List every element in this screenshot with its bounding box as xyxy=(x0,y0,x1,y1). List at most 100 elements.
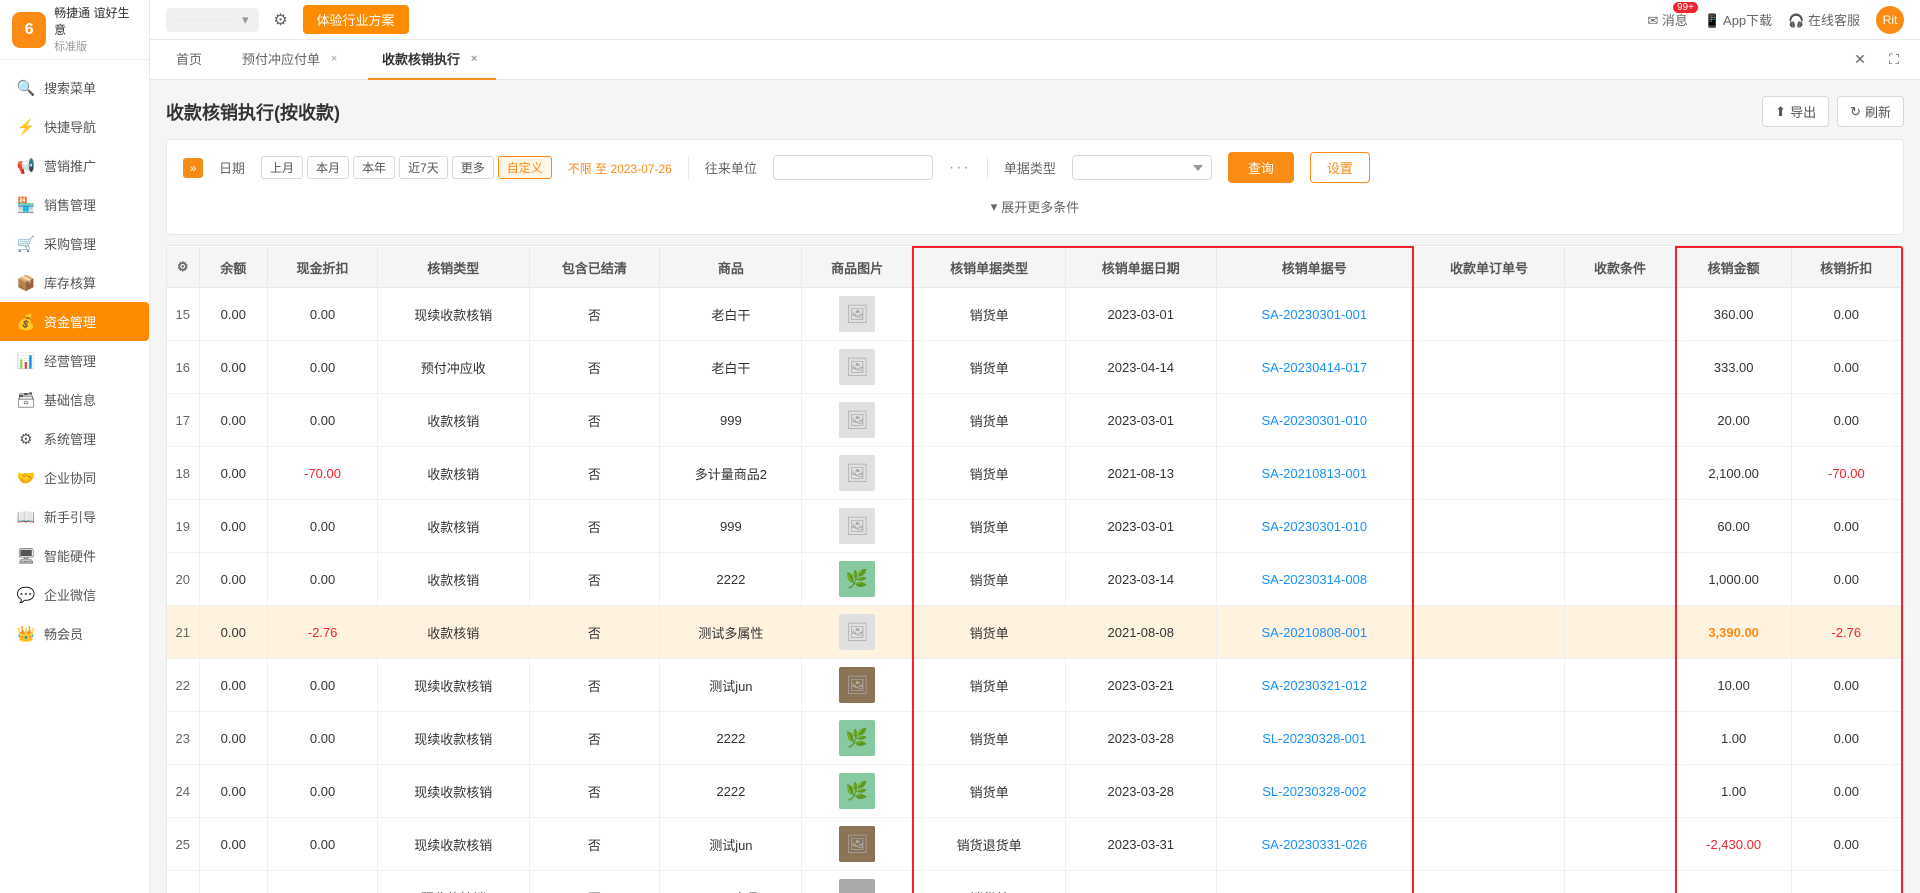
td-settings[interactable]: 18 xyxy=(167,447,199,500)
td-receipt-order-no xyxy=(1413,288,1565,341)
td-verify-discount: 0.00 xyxy=(1791,341,1902,394)
partner-more-icon[interactable]: ··· xyxy=(949,159,971,177)
date-custom[interactable]: 自定义 xyxy=(498,156,552,179)
td-settings[interactable]: 22 xyxy=(167,659,199,712)
sidebar-item-newbie[interactable]: 📖 新手引导 xyxy=(0,497,149,536)
maximize-btn[interactable]: ⛶ xyxy=(1880,46,1908,74)
td-verify-doc-type: 销货单 xyxy=(913,553,1065,606)
sidebar-item-finance[interactable]: 💰 资金管理 xyxy=(0,302,149,341)
sidebar-item-marketing[interactable]: 📢 营销推广 xyxy=(0,146,149,185)
dropdown-arrow-icon: ▾ xyxy=(242,12,249,28)
td-receipt-order-no xyxy=(1413,447,1565,500)
td-settings[interactable]: 15 xyxy=(167,288,199,341)
sidebar-item-hardware[interactable]: 🖥 智能硬件 xyxy=(0,536,149,575)
industry-btn[interactable]: 体验行业方案 xyxy=(303,5,409,34)
sidebar-item-sales[interactable]: 🏪 销售管理 xyxy=(0,185,149,224)
filter-settings-btn[interactable]: 设置 xyxy=(1310,152,1370,183)
verify-doc-link[interactable]: SA-20230314-008 xyxy=(1262,572,1368,587)
sidebar-item-basic[interactable]: 🗃 基础信息 xyxy=(0,380,149,419)
online-service-btn[interactable]: 🎧 在线客服 xyxy=(1788,10,1860,29)
verify-doc-link[interactable]: SL-20230328-001 xyxy=(1262,731,1366,746)
date-this-year[interactable]: 本年 xyxy=(353,156,395,179)
sidebar-label-operation: 经营管理 xyxy=(44,351,96,370)
message-label: 消息 xyxy=(1662,13,1688,28)
td-verify-doc-no: SA-20210813-001 xyxy=(1216,447,1412,500)
expand-conditions-btn[interactable]: ▾ 展开更多条件 xyxy=(991,191,1080,222)
verify-doc-link[interactable]: SA-20210813-001 xyxy=(1262,466,1368,481)
verify-doc-link[interactable]: SA-20230331-026 xyxy=(1262,837,1368,852)
td-cash-discount: 0.00 xyxy=(268,712,378,765)
query-btn[interactable]: 查询 xyxy=(1228,152,1294,183)
tab-verify-close[interactable]: × xyxy=(466,51,482,67)
sidebar-label-purchase: 采购管理 xyxy=(44,234,96,253)
td-settings[interactable]: 23 xyxy=(167,712,199,765)
verify-doc-link[interactable]: SA-20230301-001 xyxy=(1262,307,1368,322)
tab-verify[interactable]: 收款核销执行 × xyxy=(368,40,496,80)
verify-doc-link[interactable]: SA-20210808-001 xyxy=(1262,625,1368,640)
sidebar-label-corp: 企业协同 xyxy=(44,468,96,487)
td-settings[interactable]: 24 xyxy=(167,765,199,818)
doc-type-select[interactable] xyxy=(1072,155,1212,180)
message-btn[interactable]: ✉ 消息 99+ xyxy=(1647,10,1688,29)
settings-gear-btn[interactable]: ⚙ xyxy=(267,6,295,34)
collapse-arrow[interactable]: » xyxy=(183,158,203,178)
sidebar-item-system[interactable]: ⚙ 系统管理 xyxy=(0,419,149,458)
date-this-month[interactable]: 本月 xyxy=(307,156,349,179)
doc-type-label: 单据类型 xyxy=(1004,158,1056,177)
refresh-btn[interactable]: ↻ 刷新 xyxy=(1837,96,1904,127)
date-more[interactable]: 更多 xyxy=(452,156,494,179)
td-verify-doc-date: 2023-04-14 xyxy=(1065,341,1216,394)
sidebar-item-search[interactable]: 🔍 搜索菜单 xyxy=(0,68,149,107)
td-balance: 0.00 xyxy=(199,712,268,765)
tab-prepay-close[interactable]: × xyxy=(326,51,342,67)
user-avatar[interactable]: Rit xyxy=(1876,6,1904,34)
sidebar-item-wechat[interactable]: 💬 企业微信 xyxy=(0,575,149,614)
td-settings[interactable]: 21 xyxy=(167,606,199,659)
td-settings[interactable]: 20 xyxy=(167,553,199,606)
td-settings[interactable]: 25 xyxy=(167,818,199,871)
app-logo-icon: 6 xyxy=(12,12,46,48)
product-img: 🖼 xyxy=(839,667,875,703)
verify-doc-link[interactable]: ABC-001 xyxy=(1288,890,1341,893)
date-last-month[interactable]: 上月 xyxy=(261,156,303,179)
sidebar-item-purchase[interactable]: 🛒 采购管理 xyxy=(0,224,149,263)
td-verify-amount: 333.00 xyxy=(1676,341,1791,394)
td-settings[interactable]: 19 xyxy=(167,500,199,553)
td-receipt-terms xyxy=(1565,500,1676,553)
company-selector[interactable]: ▾ xyxy=(166,8,259,32)
close-window-btn[interactable]: ✕ xyxy=(1846,46,1874,74)
sidebar-item-inventory[interactable]: 📦 库存核算 xyxy=(0,263,149,302)
verify-doc-link[interactable]: SA-20230301-010 xyxy=(1262,413,1368,428)
partner-input[interactable] xyxy=(773,155,933,180)
sidebar-item-member[interactable]: 👑 畅会员 xyxy=(0,614,149,653)
verify-doc-link[interactable]: SA-20230321-012 xyxy=(1262,678,1368,693)
data-table-wrap: ⚙ 余额 现金折扣 核销类型 包含已结清 商品 商品图片 核销单据类型 核销单据… xyxy=(166,245,1904,893)
td-include-settled: 否 xyxy=(529,871,660,893)
td-verify-doc-type: 销货单 xyxy=(913,606,1065,659)
td-verify-discount: 0.00 xyxy=(1791,288,1902,341)
td-settings[interactable]: 17 xyxy=(167,394,199,447)
export-btn[interactable]: ⬆ 导出 xyxy=(1762,96,1829,127)
company-name xyxy=(176,18,236,22)
sidebar-label-search: 搜索菜单 xyxy=(44,78,96,97)
td-receipt-order-no xyxy=(1413,659,1565,712)
th-verify-discount: 核销折扣 xyxy=(1791,247,1902,288)
app-download-btn[interactable]: 📱 App下载 xyxy=(1704,10,1772,29)
td-settings[interactable]: 16 xyxy=(167,341,199,394)
tab-prepay[interactable]: 预付冲应付单 × xyxy=(228,40,356,80)
date-7days[interactable]: 近7天 xyxy=(399,156,448,179)
sidebar-item-corp[interactable]: 🤝 企业协同 xyxy=(0,458,149,497)
td-verify-type: 预收款核销 xyxy=(378,871,529,893)
verify-doc-link[interactable]: SL-20230328-002 xyxy=(1262,784,1366,799)
th-settings[interactable]: ⚙ xyxy=(167,247,199,288)
td-verify-doc-no: SA-20230301-010 xyxy=(1216,500,1412,553)
headset-icon: 🎧 xyxy=(1788,13,1804,28)
sidebar-item-shortcut[interactable]: ⚡ 快捷导航 xyxy=(0,107,149,146)
sidebar-item-operation[interactable]: 📊 经营管理 xyxy=(0,341,149,380)
tab-home[interactable]: 首页 xyxy=(162,40,216,80)
td-verify-type: 现续收款核销 xyxy=(378,659,529,712)
td-verify-type: 收款核销 xyxy=(378,447,529,500)
verify-doc-link[interactable]: SA-20230414-017 xyxy=(1262,360,1368,375)
td-settings[interactable]: 26 xyxy=(167,871,199,893)
verify-doc-link[interactable]: SA-20230301-010 xyxy=(1262,519,1368,534)
